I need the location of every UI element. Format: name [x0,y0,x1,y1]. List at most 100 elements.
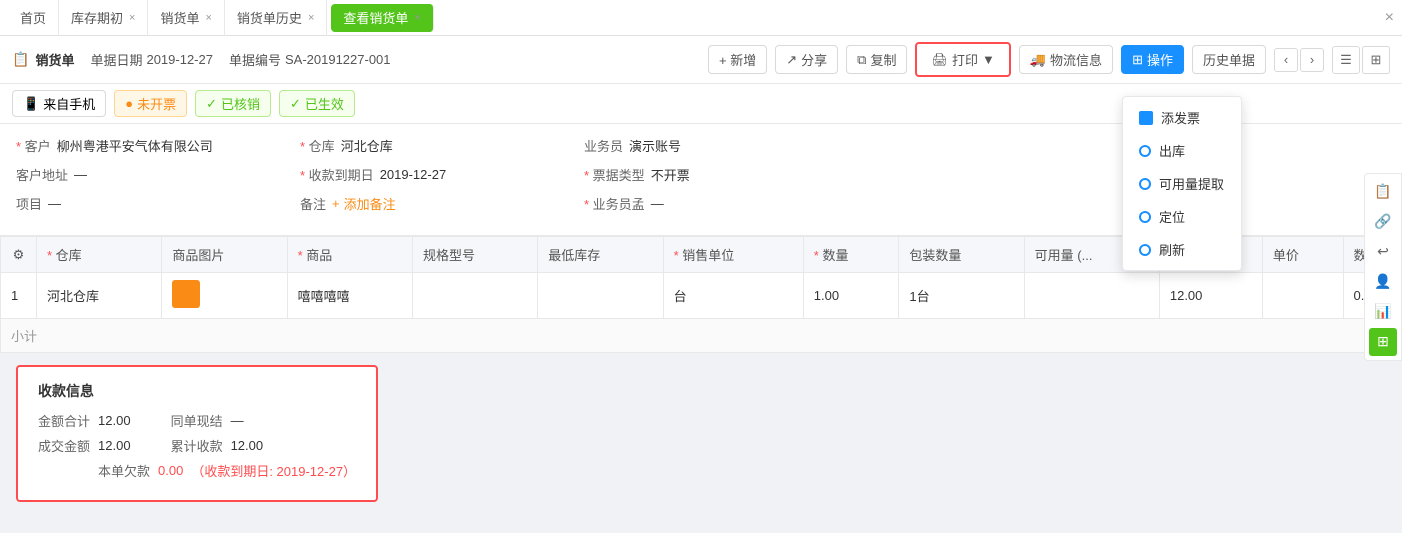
tab-sales-history[interactable]: 销货单历史 × [225,0,327,36]
invoice-type-value: 不开票 [651,165,690,184]
not-invoiced-btn[interactable]: ● 未开票 [114,90,187,117]
doc-icon: 📋 [12,51,29,68]
tab-view-sales-label: 查看销货单 [343,8,408,27]
refresh-icon [1139,244,1151,256]
nav-arrows: ‹ › [1274,48,1324,72]
tab-bar: 首页 库存期初 × 销货单 × 销货单历史 × 查看销货单 × × [0,0,1402,36]
sidebar-icon-4[interactable]: 👤 [1369,268,1397,296]
operate-icon: ⊞ [1132,52,1143,68]
effective-btn[interactable]: ✓ 已生效 [279,90,355,117]
from-phone-btn[interactable]: 📱 来自手机 [12,90,106,117]
prev-arrow[interactable]: ‹ [1274,48,1298,72]
info-row-2: 成交金额 12.00 累计收款 12.00 [38,436,356,455]
tab-view-sales-close[interactable]: × [414,12,420,24]
outbound-item[interactable]: 出库 [1123,134,1241,167]
sidebar-icon-expand[interactable]: ⊞ [1369,328,1397,356]
locate-label: 定位 [1159,207,1185,226]
tab-home[interactable]: 首页 [8,0,59,36]
doc-header: 📋 销货单 单据日期 2019-12-27 单据编号 SA-20191227-0… [0,36,1402,84]
print-button[interactable]: 🖨 打印 ▼ [921,46,1004,73]
balance-item: 本单欠款 0.00 （收款到期日: 2019-12-27） [38,461,356,480]
salesperson-field: 业务员 演示账号 [584,136,844,155]
subtotal-row: 小计 [1,319,1402,353]
th-gear[interactable]: ⚙ [1,237,37,273]
sidebar-icon-3[interactable]: ↩ [1369,238,1397,266]
effective-icon: ✓ [290,96,301,112]
remark-field: 备注 + 添加备注 [300,194,560,213]
refresh-item[interactable]: 刷新 [1123,233,1241,266]
available-extract-icon [1139,178,1151,190]
share-button[interactable]: ↗ 分享 [775,45,838,74]
customer-label: 客户 [16,136,51,155]
logistics-icon: 🚚 [1030,52,1046,68]
row-product: 嘻嘻嘻嘻 [287,273,412,319]
total-amount-label: 金额合计 [38,411,90,430]
balance-note: （收款到期日: 2019-12-27） [191,461,356,480]
operate-button[interactable]: ⊞ 操作 [1121,45,1184,74]
view-toggle: ☰ ⊞ [1332,46,1390,74]
invoice-type-field: 票据类型 不开票 [584,165,844,184]
transaction-amount-item: 成交金额 12.00 [38,436,131,455]
sidebar-icon-1[interactable]: 📋 [1369,178,1397,206]
same-order-item: 同单现结 — [171,411,244,430]
doc-number-label: 单据编号 SA-20191227-001 [229,50,391,69]
balance-label: 本单欠款 [98,461,150,480]
new-button[interactable]: + 新增 [708,45,767,74]
print-highlight: 🖨 打印 ▼ [915,42,1010,77]
project-field: 项目 — [16,194,276,213]
project-label: 项目 [16,194,42,213]
balance-value: 0.00 [158,463,183,478]
logistics-button[interactable]: 🚚 物流信息 [1019,45,1113,74]
tab-inventory[interactable]: 库存期初 × [59,0,148,36]
outbound-icon [1139,145,1151,157]
grid-view-btn[interactable]: ⊞ [1362,46,1390,74]
add-note-icon: + [332,196,340,211]
add-note-btn[interactable]: + 添加备注 [332,194,396,213]
available-extract-item[interactable]: 可用量提取 [1123,167,1241,200]
remark-label: 备注 [300,194,326,213]
salesperson-label: 业务员 [584,136,623,155]
salesperson2-value: — [651,196,664,211]
tab-sales-history-label: 销货单历史 [237,8,302,27]
payment-info-title: 收款信息 [38,381,356,401]
info-row-3: 本单欠款 0.00 （收款到期日: 2019-12-27） [38,461,356,480]
tab-sales-history-close[interactable]: × [308,12,314,24]
history-button[interactable]: 历史单据 [1192,45,1266,74]
print-dropdown-arrow: ▼ [982,52,995,67]
doc-date-label: 单据日期 2019-12-27 [90,50,213,69]
product-image [172,280,200,308]
warehouse-label: 仓库 [300,136,335,155]
doc-actions: + 新增 ↗ 分享 ⧉ 复制 🖨 打印 ▼ 🚚 物流信息 ⊞ [708,42,1390,77]
add-invoice-icon [1139,111,1153,125]
tab-sales[interactable]: 销货单 × [148,0,224,36]
tab-view-sales[interactable]: 查看销货单 × [331,4,433,32]
locate-item[interactable]: 定位 [1123,200,1241,233]
cumulative-receipt-item: 累计收款 12.00 [171,436,264,455]
row-index: 1 [1,273,37,319]
row-price [1262,273,1343,319]
copy-button[interactable]: ⧉ 复制 [846,45,907,74]
doc-date-value: 2019-12-27 [146,52,213,67]
warehouse-value: 河北仓库 [341,136,393,155]
verified-icon: ✓ [206,96,217,112]
row-stock: 12.00 [1159,273,1262,319]
th-image: 商品图片 [162,237,287,273]
list-view-btn[interactable]: ☰ [1332,46,1360,74]
add-invoice-item[interactable]: 添发票 [1123,101,1241,134]
main-close-button[interactable]: × [1385,9,1394,27]
address-value: — [74,167,87,182]
address-field: 客户地址 — [16,165,276,184]
sidebar-icon-5[interactable]: 📊 [1369,298,1397,326]
next-arrow[interactable]: › [1300,48,1324,72]
same-order-label: 同单现结 [171,411,223,430]
verified-btn[interactable]: ✓ 已核销 [195,90,271,117]
same-order-value: — [231,413,244,428]
share-icon: ↗ [786,52,797,68]
tab-inventory-close[interactable]: × [129,12,135,24]
tab-inventory-label: 库存期初 [71,8,123,27]
address-label: 客户地址 [16,165,68,184]
row-image [162,273,287,319]
tab-sales-close[interactable]: × [205,12,211,24]
sidebar-icon-2[interactable]: 🔗 [1369,208,1397,236]
right-sidebar: 📋 🔗 ↩ 👤 📊 ⊞ [1364,173,1402,361]
